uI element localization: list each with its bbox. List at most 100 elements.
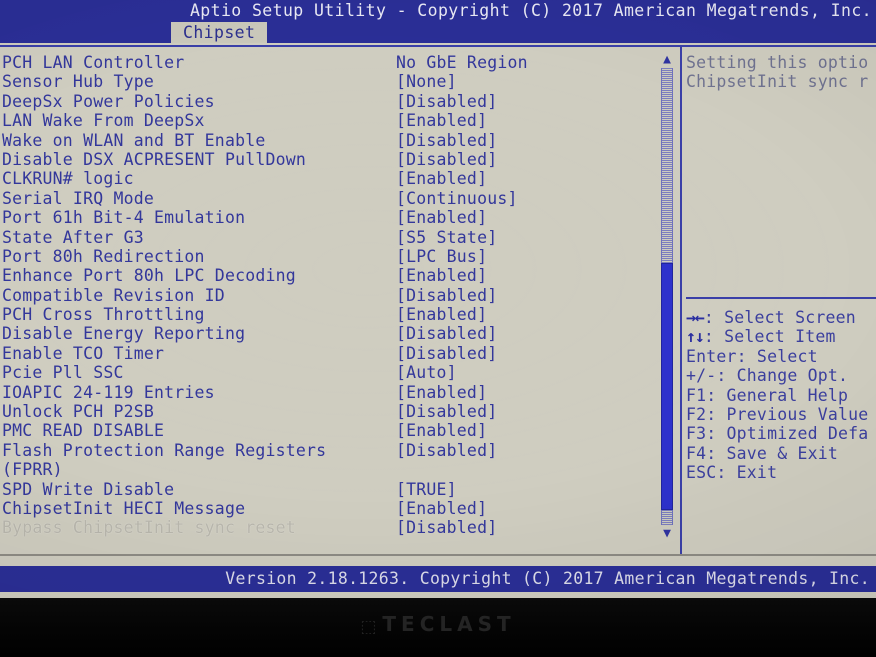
- scroll-up-arrow-icon[interactable]: ▲: [659, 53, 675, 66]
- setting-value[interactable]: [Disabled]: [396, 324, 497, 343]
- brand-name: TECLAST: [382, 612, 516, 636]
- setting-value[interactable]: [Auto]: [396, 363, 457, 382]
- setting-value[interactable]: [LPC Bus]: [396, 247, 487, 266]
- setting-row[interactable]: Disable Energy Reporting [Disabled]: [0, 324, 650, 343]
- title-bar: Aptio Setup Utility - Copyright (C) 2017…: [0, 0, 876, 22]
- setting-row[interactable]: Enhance Port 80h LPC Decoding [Enabled]: [0, 266, 650, 285]
- scroll-down-arrow-icon[interactable]: ▼: [659, 527, 675, 540]
- bios-screen: Aptio Setup Utility - Copyright (C) 2017…: [0, 0, 876, 598]
- setting-row[interactable]: Enable TCO Timer [Disabled]: [0, 344, 650, 363]
- setting-label: Serial IRQ Mode: [2, 188, 155, 208]
- setting-label: Port 80h Redirection: [2, 246, 205, 266]
- setting-label: Flash Protection Range Registers: [2, 440, 327, 460]
- setting-label: Disable Energy Reporting: [2, 324, 246, 344]
- setting-value[interactable]: [Disabled]: [396, 150, 497, 169]
- setting-value[interactable]: [Disabled]: [396, 518, 497, 537]
- setting-row[interactable]: Port 80h Redirection [LPC Bus]: [0, 247, 650, 266]
- setting-value[interactable]: [Disabled]: [396, 344, 497, 363]
- setting-value[interactable]: [Enabled]: [396, 208, 487, 227]
- key-legend-text: F3: Optimized Defa: [686, 424, 869, 444]
- setting-row[interactable]: DeepSx Power Policies [Disabled]: [0, 92, 650, 111]
- setting-row[interactable]: PMC READ DISABLE [Enabled]: [0, 421, 650, 440]
- setting-row[interactable]: Disable DSX ACPRESENT PullDown [Disabled]: [0, 150, 650, 169]
- setting-row[interactable]: Serial IRQ Mode [Continuous]: [0, 189, 650, 208]
- setting-label: (FPRR): [2, 460, 63, 480]
- setting-row[interactable]: Flash Protection Range Registers [Disable…: [0, 441, 650, 460]
- setting-row[interactable]: Sensor Hub Type [None]: [0, 72, 650, 91]
- setting-row[interactable]: PCH Cross Throttling [Enabled]: [0, 305, 650, 324]
- setting-row[interactable]: Bypass ChipsetInit sync reset [Disabled]: [0, 518, 650, 537]
- setting-label: Bypass ChipsetInit sync reset: [2, 518, 296, 538]
- setting-row[interactable]: Pcie Pll SSC [Auto]: [0, 363, 650, 382]
- key-legend-text: F1: General Help: [686, 385, 849, 405]
- version-text: Version 2.18.1263. Copyright (C) 2017 Am…: [225, 569, 870, 588]
- setting-value[interactable]: [Enabled]: [396, 499, 487, 518]
- setting-value[interactable]: No GbE Region: [396, 53, 528, 72]
- setting-row[interactable]: Compatible Revision ID [Disabled]: [0, 286, 650, 305]
- footer-bar: Version 2.18.1263. Copyright (C) 2017 Am…: [0, 566, 876, 592]
- setting-value[interactable]: [Enabled]: [396, 111, 487, 130]
- setting-value[interactable]: [Enabled]: [396, 305, 487, 324]
- setting-row[interactable]: PCH LAN Controller No GbE Region: [0, 53, 650, 72]
- frame-bottom-divider: [0, 554, 876, 556]
- setting-value[interactable]: [Enabled]: [396, 421, 487, 440]
- brand-logo: ⬚ TECLAST: [0, 612, 876, 637]
- setting-value[interactable]: [Enabled]: [396, 169, 487, 188]
- key-legend-text: +/-: Change Opt.: [686, 366, 849, 386]
- setting-value[interactable]: [Disabled]: [396, 286, 497, 305]
- device-photo: Aptio Setup Utility - Copyright (C) 2017…: [0, 0, 876, 657]
- setting-row[interactable]: State After G3 [S5 State]: [0, 228, 650, 247]
- setting-value[interactable]: [None]: [396, 72, 457, 91]
- setting-label: Unlock PCH P2SB: [2, 402, 155, 422]
- tab-chipset[interactable]: Chipset: [171, 22, 268, 43]
- setting-row[interactable]: Unlock PCH P2SB [Disabled]: [0, 402, 650, 421]
- key-legend: →←: Select Screen ↑↓: Select Item Enter: S…: [686, 308, 876, 483]
- setting-label: Sensor Hub Type: [2, 72, 155, 92]
- setting-value[interactable]: [Continuous]: [396, 189, 518, 208]
- setting-value[interactable]: [Disabled]: [396, 441, 497, 460]
- key-legend-text: : Select Item: [703, 327, 836, 347]
- setting-row[interactable]: LAN Wake From DeepSx [Enabled]: [0, 111, 650, 130]
- scrollbar-thumb[interactable]: [661, 263, 673, 510]
- settings-scrollbar[interactable]: ▲ ▼: [658, 53, 676, 540]
- setting-value[interactable]: [TRUE]: [396, 480, 457, 499]
- help-line: ChipsetInit sync r: [686, 72, 869, 92]
- setting-row[interactable]: SPD Write Disable [TRUE]: [0, 480, 650, 499]
- setting-row[interactable]: CLKRUN# logic [Enabled]: [0, 169, 650, 188]
- setting-row[interactable]: IOAPIC 24-119 Entries [Enabled]: [0, 383, 650, 402]
- setting-label: CLKRUN# logic: [2, 169, 134, 189]
- key-legend-row: →←: Select Screen: [686, 308, 876, 327]
- setting-label: SPD Write Disable: [2, 479, 175, 499]
- setting-value[interactable]: [Enabled]: [396, 266, 487, 285]
- setting-row[interactable]: ChipsetInit HECI Message [Enabled]: [0, 499, 650, 518]
- setting-label: IOAPIC 24-119 Entries: [2, 382, 215, 402]
- key-legend-text: : Select Screen: [703, 308, 856, 327]
- setting-row[interactable]: (FPRR): [0, 460, 650, 479]
- setting-value[interactable]: [Enabled]: [396, 383, 487, 402]
- setting-label: DeepSx Power Policies: [2, 91, 215, 111]
- setting-row[interactable]: Port 61h Bit-4 Emulation [Enabled]: [0, 208, 650, 227]
- key-legend-row: ↑↓: Select Item: [686, 327, 876, 346]
- setting-value[interactable]: [S5 State]: [396, 228, 497, 247]
- setting-label: Wake on WLAN and BT Enable: [2, 130, 266, 150]
- key-legend-row: F1: General Help: [686, 386, 876, 405]
- setting-label: LAN Wake From DeepSx: [2, 111, 205, 131]
- setting-label: PCH Cross Throttling: [2, 305, 205, 325]
- setting-label: Enable TCO Timer: [2, 343, 165, 363]
- frame-vertical-divider: [680, 47, 682, 554]
- key-legend-row: F3: Optimized Defa: [686, 424, 876, 443]
- setting-value[interactable]: [Disabled]: [396, 92, 497, 111]
- setting-label: State After G3: [2, 227, 144, 247]
- setting-label: Compatible Revision ID: [2, 285, 225, 305]
- setting-label: Port 61h Bit-4 Emulation: [2, 208, 246, 228]
- setting-label: PCH LAN Controller: [2, 53, 185, 72]
- settings-list: PCH LAN Controller No GbE Region Sensor Hu…: [0, 53, 650, 543]
- key-legend-text: ESC: Exit: [686, 463, 778, 483]
- setting-value[interactable]: [Disabled]: [396, 131, 497, 150]
- setting-label: Pcie Pll SSC: [2, 363, 124, 383]
- setting-label: ChipsetInit HECI Message: [2, 498, 246, 518]
- setting-row[interactable]: Wake on WLAN and BT Enable [Disabled]: [0, 131, 650, 150]
- help-line: Setting this optio: [686, 53, 869, 72]
- setting-value[interactable]: [Disabled]: [396, 402, 497, 421]
- frame-top-divider: [0, 45, 876, 47]
